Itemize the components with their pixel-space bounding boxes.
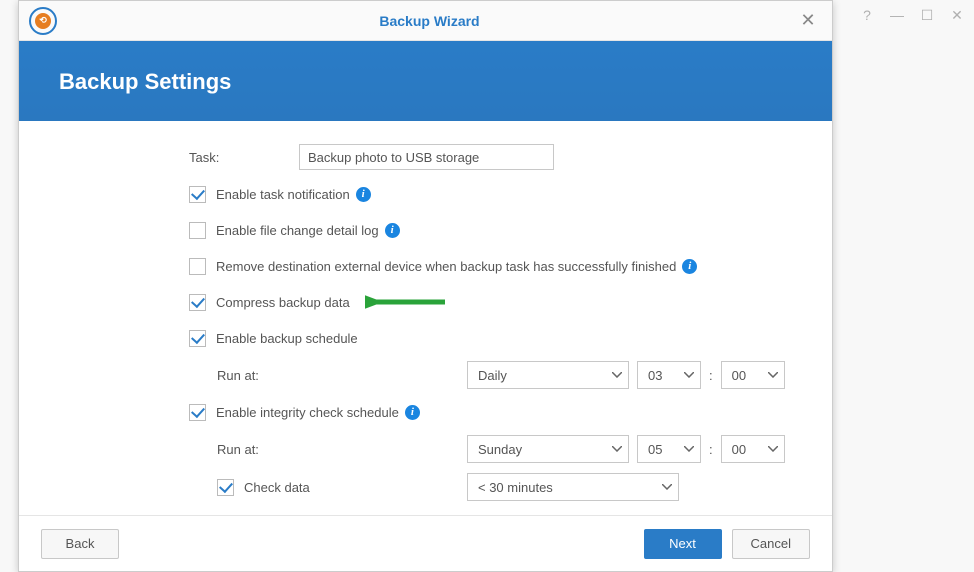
dialog-footer: Back Next Cancel — [19, 515, 832, 571]
checkbox-integrity[interactable] — [189, 404, 206, 421]
integrity-hour-select[interactable]: 05 — [637, 435, 701, 463]
next-button[interactable]: Next — [644, 529, 722, 559]
check-data-limit-select[interactable]: < 30 minutes — [467, 473, 679, 501]
label-remove-device: Remove destination external device when … — [216, 259, 676, 274]
cancel-button[interactable]: Cancel — [732, 529, 810, 559]
backup-frequency-select[interactable]: Daily — [467, 361, 629, 389]
chevron-down-icon — [758, 372, 778, 378]
settings-form: Task: Enable task notification i Enable … — [189, 121, 812, 515]
backup-minute-value: 00 — [732, 368, 746, 383]
option-encryption: Enable client-side encryption — [189, 511, 812, 515]
info-icon[interactable]: i — [405, 405, 420, 420]
option-enable-log: Enable file change detail log i — [189, 217, 812, 243]
integrity-schedule-row: Run at: Sunday 05 : 00 — [217, 435, 812, 463]
time-colon: : — [709, 442, 713, 457]
checkbox-remove-device[interactable] — [189, 258, 206, 275]
check-data-limit-value: < 30 minutes — [478, 480, 553, 495]
app-icon: ⟲ — [29, 7, 57, 35]
chevron-down-icon — [602, 446, 622, 452]
dialog-titlebar: ⟲ Backup Wizard ✕ — [19, 1, 832, 41]
backup-hour-value: 03 — [648, 368, 662, 383]
chevron-down-icon — [674, 372, 694, 378]
option-enable-schedule: Enable backup schedule — [189, 325, 812, 351]
info-icon[interactable]: i — [356, 187, 371, 202]
check-data-row: Check data < 30 minutes — [217, 473, 812, 501]
option-enable-notification: Enable task notification i — [189, 181, 812, 207]
option-integrity: Enable integrity check schedule i — [189, 399, 812, 425]
integrity-minute-value: 00 — [732, 442, 746, 457]
integrity-minute-select[interactable]: 00 — [721, 435, 785, 463]
info-icon[interactable]: i — [385, 223, 400, 238]
close-icon[interactable]: ✕ — [794, 7, 822, 35]
parent-help-icon[interactable]: ? — [858, 6, 876, 24]
time-colon: : — [709, 368, 713, 383]
parent-minimize-icon[interactable]: — — [888, 6, 906, 24]
checkbox-enable-log[interactable] — [189, 222, 206, 239]
label-enable-notification: Enable task notification — [216, 187, 350, 202]
chevron-down-icon — [758, 446, 778, 452]
chevron-down-icon — [602, 372, 622, 378]
checkbox-enable-schedule[interactable] — [189, 330, 206, 347]
chevron-down-icon — [652, 484, 672, 490]
chevron-down-icon — [674, 446, 694, 452]
backup-hour-select[interactable]: 03 — [637, 361, 701, 389]
checkbox-enable-notification[interactable] — [189, 186, 206, 203]
parent-close-icon[interactable]: ✕ — [948, 6, 966, 24]
label-enable-log: Enable file change detail log — [216, 223, 379, 238]
task-name-input[interactable] — [299, 144, 554, 170]
run-at-label: Run at: — [217, 368, 467, 383]
dialog-title: Backup Wizard — [65, 13, 794, 29]
parent-window-controls: ? — ☐ ✕ — [858, 6, 966, 24]
task-label: Task: — [189, 150, 299, 165]
checkbox-check-data[interactable] — [217, 479, 234, 496]
label-compress: Compress backup data — [216, 295, 350, 310]
option-remove-device: Remove destination external device when … — [189, 253, 812, 279]
left-spacer — [49, 121, 189, 515]
backup-minute-select[interactable]: 00 — [721, 361, 785, 389]
integrity-hour-value: 05 — [648, 442, 662, 457]
option-compress: Compress backup data — [189, 289, 812, 315]
integrity-frequency-value: Sunday — [478, 442, 522, 457]
label-check-data: Check data — [244, 480, 310, 495]
page-title: Backup Settings — [59, 69, 792, 95]
label-enable-schedule: Enable backup schedule — [216, 331, 358, 346]
info-icon[interactable]: i — [682, 259, 697, 274]
back-button[interactable]: Back — [41, 529, 119, 559]
dialog-body: Task: Enable task notification i Enable … — [19, 121, 832, 515]
label-integrity: Enable integrity check schedule — [216, 405, 399, 420]
header-band: Backup Settings — [19, 41, 832, 121]
backup-frequency-value: Daily — [478, 368, 507, 383]
task-row: Task: — [189, 143, 812, 171]
backup-schedule-row: Run at: Daily 03 : 00 — [217, 361, 812, 389]
parent-maximize-icon[interactable]: ☐ — [918, 6, 936, 24]
app-icon-inner: ⟲ — [35, 13, 51, 29]
backup-wizard-dialog: ⟲ Backup Wizard ✕ Backup Settings Task: … — [18, 0, 833, 572]
run-at-label: Run at: — [217, 442, 467, 457]
integrity-frequency-select[interactable]: Sunday — [467, 435, 629, 463]
checkbox-compress[interactable] — [189, 294, 206, 311]
